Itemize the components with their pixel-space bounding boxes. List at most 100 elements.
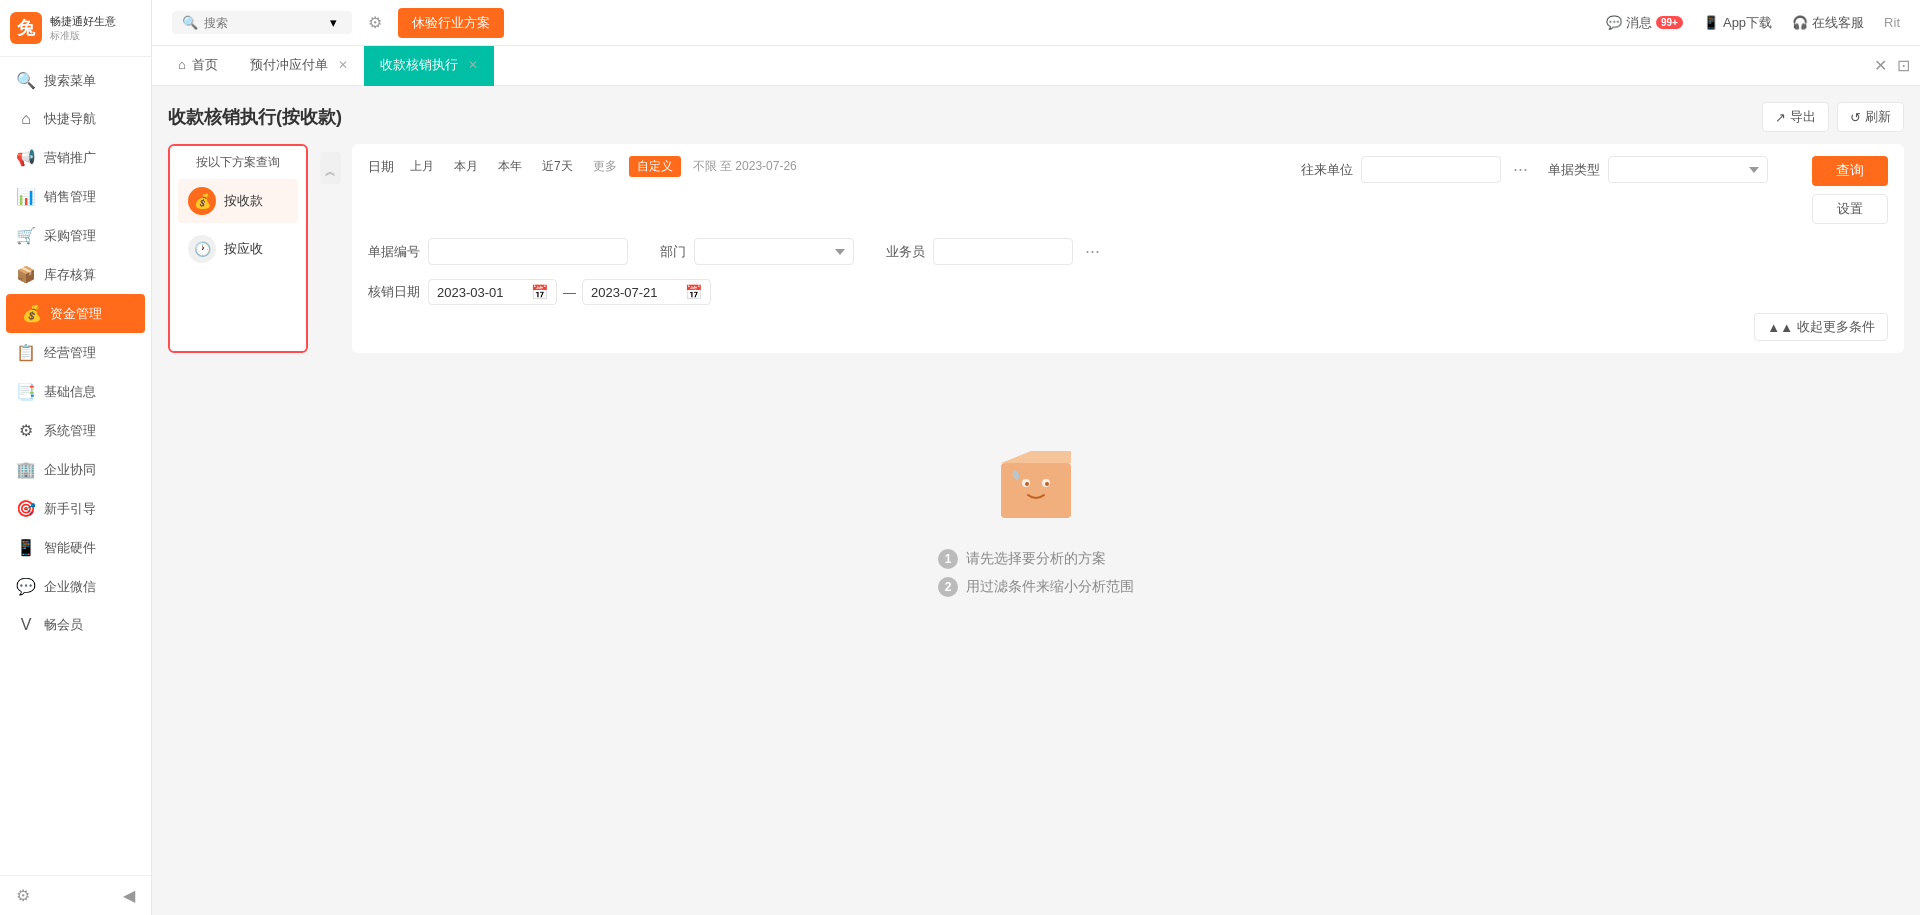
date-opt-this-month[interactable]: 本月: [446, 156, 486, 177]
page-header: 收款核销执行(按收款) ↗ 导出 ↺ 刷新: [168, 102, 1904, 132]
industry-btn[interactable]: 休验行业方案: [398, 8, 504, 38]
member-icon: V: [16, 616, 36, 634]
writeoff-end-wrap: 📅: [582, 279, 711, 305]
staff-input[interactable]: [933, 238, 1073, 265]
expand-window-btn[interactable]: ⊡: [1897, 56, 1910, 75]
sidebar-item-guide[interactable]: 🎯新手引导: [0, 489, 151, 528]
message-icon: 💬: [1606, 15, 1622, 30]
filter-date-area: 日期 上月 本月 本年 近7天 更多 自定义 不: [368, 156, 1285, 181]
sidebar-label-finance: 资金管理: [50, 305, 102, 323]
sidebar-item-enterprise[interactable]: 🏢企业协同: [0, 450, 151, 489]
sidebar-item-sales[interactable]: 📊销售管理: [0, 177, 151, 216]
date-opt-custom[interactable]: 自定义: [629, 156, 681, 177]
writeoff-end-calendar-icon[interactable]: 📅: [685, 284, 702, 300]
voucher-no-input[interactable]: [428, 238, 628, 265]
dropdown-icon[interactable]: ▾: [330, 15, 337, 30]
export-btn[interactable]: ↗ 导出: [1762, 102, 1829, 132]
staff-dots-btn[interactable]: ···: [1081, 241, 1104, 262]
dept-select[interactable]: [694, 238, 854, 265]
svg-point-3: [1025, 482, 1029, 486]
settings-icon[interactable]: ⚙: [16, 886, 30, 905]
export-icon: ↗: [1775, 110, 1786, 125]
sidebar-label-search: 搜索菜单: [44, 72, 96, 90]
filter-option-receivable[interactable]: 🕐 按应收: [178, 227, 298, 271]
sidebar-item-wechat[interactable]: 💬企业微信: [0, 567, 151, 606]
query-btn[interactable]: 查询: [1812, 156, 1888, 186]
sales-icon: 📊: [16, 187, 36, 206]
search-icon: 🔍: [16, 71, 36, 90]
writeoff-start-wrap: 📅: [428, 279, 557, 305]
app-download-btn[interactable]: 📱 App下载: [1703, 14, 1772, 32]
wechat-icon: 💬: [16, 577, 36, 596]
user-menu[interactable]: Rit: [1884, 15, 1900, 30]
voucher-type-select[interactable]: [1608, 156, 1768, 183]
refresh-btn[interactable]: ↺ 刷新: [1837, 102, 1904, 132]
collapse-more-btn[interactable]: ▲▲ 收起更多条件: [1754, 313, 1888, 341]
sidebar-item-finance[interactable]: 💰资金管理: [6, 294, 145, 333]
staff-label: 业务员: [886, 243, 925, 261]
voucher-no-field: 单据编号: [368, 238, 628, 265]
tab-prepay[interactable]: 预付冲应付单 ✕: [234, 46, 364, 86]
sidebar-item-nav[interactable]: ⌂快捷导航: [0, 100, 151, 138]
writeoff-start-calendar-icon[interactable]: 📅: [531, 284, 548, 300]
left-filter-title: 按以下方案查询: [178, 154, 298, 171]
empty-illustration: [976, 433, 1096, 533]
date-separator: —: [563, 285, 576, 300]
sidebar-item-search[interactable]: 🔍 搜索菜单: [0, 61, 151, 100]
sidebar-label-hardware: 智能硬件: [44, 539, 96, 557]
basic-icon: 📑: [16, 382, 36, 401]
online-service-btn[interactable]: 🎧 在线客服: [1792, 14, 1864, 32]
collapse-panel-btn[interactable]: 《: [320, 152, 341, 184]
writeoff-end-input[interactable]: [591, 285, 681, 300]
left-filter-panel: 按以下方案查询 💰 按收款 🕐 按应收: [168, 144, 308, 353]
sidebar-item-basic[interactable]: 📑 基础信息: [0, 372, 151, 411]
sidebar-label-purchase: 采购管理: [44, 227, 96, 245]
date-opt-this-year[interactable]: 本年: [490, 156, 530, 177]
hint-num-1: 1: [938, 549, 958, 569]
sidebar-item-operation[interactable]: 📋经营管理: [0, 333, 151, 372]
filter-option-receipt[interactable]: 💰 按收款: [178, 179, 298, 223]
tab-home[interactable]: ⌂ 首页: [162, 46, 234, 86]
right-filter-form: 日期 上月 本月 本年 近7天 更多 自定义 不: [352, 144, 1904, 353]
tab-receipt-close[interactable]: ✕: [468, 58, 478, 72]
hint-num-2: 2: [938, 577, 958, 597]
logo-text: 畅捷通好生意 标准版: [50, 14, 116, 41]
sidebar-label-system: 系统管理: [44, 422, 96, 440]
collapse-up-icon: ▲▲: [1767, 320, 1793, 335]
writeoff-date-field: 核销日期 📅 — 📅: [368, 279, 711, 305]
counterpart-dots-btn[interactable]: ···: [1509, 159, 1532, 180]
sidebar-footer: ⚙ ◀: [0, 875, 151, 915]
tab-prepay-close[interactable]: ✕: [338, 58, 348, 72]
empty-hints: 1 请先选择要分析的方案 2 用过滤条件来缩小分析范围: [938, 549, 1134, 597]
tabs-right-area: ✕ ⊡: [1874, 56, 1910, 75]
sidebar-item-purchase[interactable]: 🛒采购管理: [0, 216, 151, 255]
sidebar-item-hardware[interactable]: 📱智能硬件: [0, 528, 151, 567]
header-search-input[interactable]: [204, 16, 324, 30]
date-opt-last-month[interactable]: 上月: [402, 156, 442, 177]
svg-point-4: [1045, 482, 1049, 486]
sidebar-item-system[interactable]: ⚙系统管理: [0, 411, 151, 450]
search-icon: 🔍: [182, 15, 198, 30]
sidebar-item-member[interactable]: V畅会员: [0, 606, 151, 644]
service-icon: 🎧: [1792, 15, 1808, 30]
settings-btn[interactable]: 设置: [1812, 194, 1888, 224]
empty-hint-2: 2 用过滤条件来缩小分析范围: [938, 577, 1134, 597]
collapse-sidebar-btn[interactable]: ◀: [123, 886, 135, 905]
message-btn[interactable]: 💬 消息 99+: [1606, 14, 1683, 32]
close-window-btn[interactable]: ✕: [1874, 56, 1887, 75]
sidebar-label-basic: 基础信息: [44, 383, 96, 401]
filter-row-2: 单据编号 部门 业务员 ···: [368, 238, 1888, 265]
nav-icon: ⌂: [16, 110, 36, 128]
tab-receipt[interactable]: 收款核销执行 ✕: [364, 46, 494, 86]
voucher-no-label: 单据编号: [368, 243, 420, 261]
counterpart-input[interactable]: [1361, 156, 1501, 183]
date-opt-more[interactable]: 更多: [585, 156, 625, 177]
header-gear-icon[interactable]: ⚙: [368, 13, 382, 32]
writeoff-start-input[interactable]: [437, 285, 527, 300]
sidebar-item-inventory[interactable]: 📦库存核算: [0, 255, 151, 294]
date-opt-last-7[interactable]: 近7天: [534, 156, 581, 177]
tab-receipt-label: 收款核销执行: [380, 56, 458, 74]
sidebar-item-marketing[interactable]: 📢营销推广: [0, 138, 151, 177]
main-area: 🔍 ▾ ⚙ 休验行业方案 💬 消息 99+ 📱 App下载 🎧 在线客服 Rit: [152, 0, 1920, 915]
date-options: 上月 本月 本年 近7天 更多 自定义: [402, 156, 681, 177]
